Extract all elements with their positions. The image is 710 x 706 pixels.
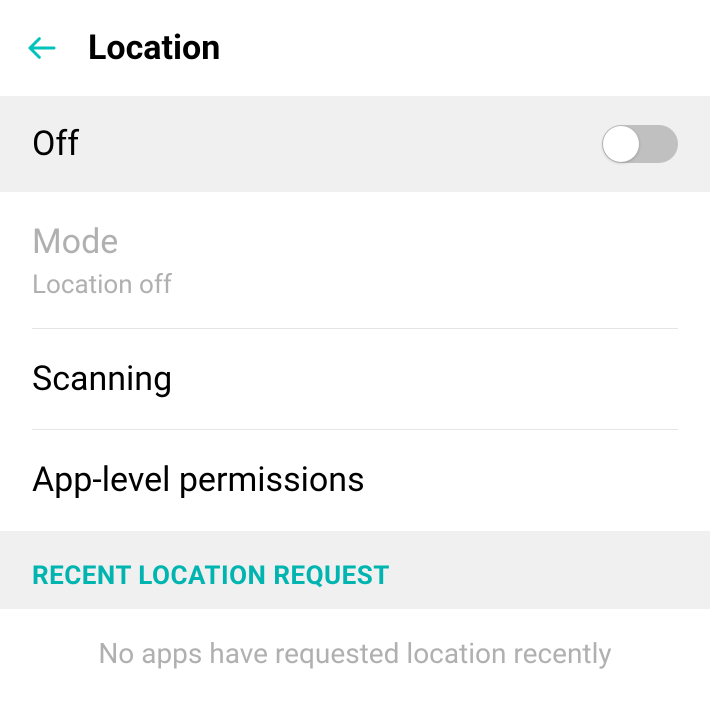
toggle-thumb: [603, 126, 639, 162]
setting-permissions-title: App-level permissions: [32, 458, 678, 502]
setting-scanning-title: Scanning: [32, 357, 678, 401]
page-title: Location: [88, 28, 220, 68]
recent-requests-empty: No apps have requested location recently: [0, 609, 710, 698]
location-toggle-switch[interactable]: [602, 125, 678, 163]
location-toggle-row[interactable]: Off: [0, 96, 710, 192]
recent-requests-header-text: RECENT LOCATION REQUEST: [32, 561, 678, 591]
settings-list: Mode Location off Scanning App-level per…: [0, 192, 710, 531]
arrow-left-icon: [26, 32, 58, 64]
toggle-label: Off: [32, 124, 79, 164]
back-button[interactable]: [24, 30, 60, 66]
app-header: Location: [0, 0, 710, 96]
setting-mode-title: Mode: [32, 220, 678, 264]
recent-requests-header: RECENT LOCATION REQUEST: [0, 531, 710, 609]
setting-scanning[interactable]: Scanning: [32, 329, 678, 430]
setting-mode-subtitle: Location off: [32, 270, 678, 300]
setting-mode[interactable]: Mode Location off: [32, 192, 678, 329]
setting-permissions[interactable]: App-level permissions: [32, 430, 678, 530]
